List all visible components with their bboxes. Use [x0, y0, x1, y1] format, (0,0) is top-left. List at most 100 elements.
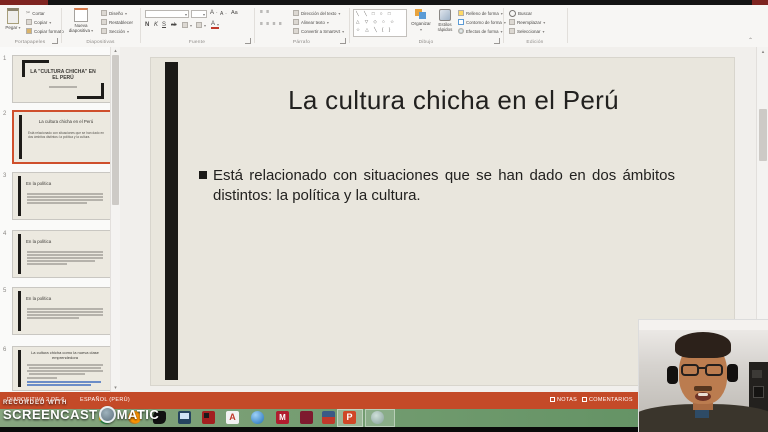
- watermark-line1: RECORDED WITH: [3, 400, 68, 406]
- slide-body-textbox[interactable]: Está relacionado con situaciones que se …: [213, 166, 675, 206]
- slide-thumbnail-2-selected[interactable]: La cultura chicha en el Perú Está relaci…: [12, 110, 113, 164]
- paste-icon: [7, 8, 19, 24]
- format-painter-button[interactable]: Copiar formato: [26, 28, 64, 34]
- font-name-select[interactable]: ▾: [145, 10, 189, 18]
- change-case-button[interactable]: ▾: [196, 22, 206, 28]
- thumbnail-panel-scrollbar[interactable]: ▴ ▾: [110, 47, 120, 392]
- grow-font-button[interactable]: Aˆ: [210, 10, 217, 16]
- clipboard-dialog-launcher-icon[interactable]: [52, 38, 58, 44]
- format-painter-icon: [26, 28, 32, 34]
- italic-button[interactable]: K: [154, 22, 158, 28]
- thumbnail-title: LA "CULTURA CHICHA" EN EL PERÚ: [30, 69, 96, 81]
- cut-button[interactable]: ✂ Cortar: [26, 10, 45, 16]
- thumbnail-number: 2: [3, 111, 7, 117]
- text-direction-icon: [293, 10, 299, 16]
- ribbon-group-font: ▾ ▾ Aˆ Aˇ Aa N K S ab ▾ ▾ A ▾ Fuente: [141, 5, 253, 46]
- font-dialog-launcher-icon[interactable]: [245, 38, 251, 44]
- shape-outline-icon: [458, 19, 464, 25]
- ribbon-group-editing: Buscar Reemplazar ▾ Seleccionar ▾ Edición: [504, 5, 566, 46]
- section-button[interactable]: Sección ▾: [101, 28, 129, 34]
- quick-styles-button[interactable]: Estilos rápidos: [434, 9, 456, 32]
- replace-button[interactable]: Reemplazar ▾: [509, 19, 545, 25]
- font-color-button[interactable]: A ▾: [211, 21, 220, 29]
- webcam-video: [638, 319, 768, 432]
- slide-thumbnail-6[interactable]: La cultura chicha como la nueva clase em…: [12, 346, 113, 391]
- m-red-app-icon[interactable]: M: [276, 411, 289, 424]
- ribbon-group-paragraph: ≡ ≡ ≡ ≡ ≡ ≡ Dirección del texto ▾ Alinear…: [255, 5, 348, 46]
- list-buttons[interactable]: ≡ ≡: [260, 9, 270, 15]
- watermark-brand-right: MATIC: [116, 407, 160, 422]
- underline-button[interactable]: S: [162, 22, 166, 28]
- slide-thumbnail-1[interactable]: LA "CULTURA CHICHA" EN EL PERÚ: [12, 55, 113, 103]
- folder-icon[interactable]: [322, 411, 335, 424]
- shape-effects-icon: [458, 28, 464, 34]
- shrink-font-button[interactable]: Aˇ: [220, 11, 227, 17]
- screen-recorder-icon[interactable]: [371, 411, 384, 424]
- slide-thumbnail-4[interactable]: En la política: [12, 230, 113, 278]
- scroll-down-icon[interactable]: ▾: [111, 385, 120, 391]
- thumbnail-title: En la política: [26, 239, 52, 244]
- paste-button[interactable]: Pegar ▾: [3, 8, 23, 31]
- find-button[interactable]: Buscar: [509, 10, 532, 17]
- copy-icon: [26, 19, 32, 25]
- shape-fill-icon: [458, 10, 464, 16]
- slide-thumbnail-5[interactable]: En la política: [12, 287, 113, 335]
- notes-button[interactable]: NOTAS: [550, 397, 577, 403]
- layout-button[interactable]: Diseño ▾: [101, 10, 127, 16]
- align-text-button[interactable]: Alinear texto ▾: [293, 19, 329, 25]
- new-slide-icon: [74, 8, 88, 22]
- headphone-left-cup: [667, 366, 678, 384]
- slide-title-textbox[interactable]: La cultura chicha en el Perú: [181, 85, 726, 116]
- person-mustache: [694, 386, 712, 391]
- comments-icon: [582, 397, 587, 402]
- powerpoint-icon[interactable]: P: [343, 411, 356, 424]
- bullet-marker: [199, 171, 207, 179]
- drawing-group-label: Dibujo: [418, 40, 434, 45]
- alignment-buttons[interactable]: ≡ ≡ ≡ ≡: [260, 21, 283, 27]
- shape-outline-button[interactable]: Contorno de forma ▾: [458, 19, 506, 25]
- ribbon: Pegar ▾ ✂ Cortar Copiar ▾ Copiar formato …: [0, 5, 768, 48]
- text-editor-icon[interactable]: A: [226, 411, 239, 424]
- arrange-icon: [415, 9, 427, 20]
- clear-formatting-button[interactable]: Aa: [231, 10, 238, 16]
- person-hair: [675, 332, 731, 358]
- text-direction-button[interactable]: Dirección del texto ▾: [293, 10, 340, 16]
- maroon-app-icon[interactable]: [300, 411, 313, 424]
- thumbnail-title: La cultura chicha en el Perú: [38, 119, 94, 124]
- scroll-up-icon[interactable]: ▴: [757, 49, 768, 55]
- slides-group-label: Diapositivas: [86, 40, 115, 45]
- paragraph-dialog-launcher-icon[interactable]: [340, 38, 346, 44]
- convert-smartart-button[interactable]: Convertir a SmartArt ▾: [293, 28, 344, 34]
- select-button[interactable]: Seleccionar ▾: [509, 28, 545, 34]
- align-text-icon: [293, 19, 299, 25]
- comments-button[interactable]: COMENTARIOS: [582, 397, 633, 403]
- glasses-left-lens: [681, 364, 699, 376]
- thumbnail-hyperlink-text: [27, 384, 91, 386]
- shape-effects-button[interactable]: Efectos de forma ▾: [458, 28, 503, 34]
- bold-button[interactable]: N: [145, 22, 149, 28]
- reset-button[interactable]: Restablecer: [101, 19, 133, 25]
- shape-fill-button[interactable]: Relleno de forma ▾: [458, 10, 503, 16]
- red-app-icon[interactable]: [202, 411, 215, 424]
- scrollbar-thumb[interactable]: [759, 109, 767, 161]
- scroll-up-icon[interactable]: ▴: [111, 48, 120, 54]
- strikethrough-button[interactable]: ab: [171, 22, 177, 28]
- slide-thumbnail-3[interactable]: En la política: [12, 172, 113, 220]
- copy-button[interactable]: Copiar ▾: [26, 19, 51, 25]
- scrollbar-thumb[interactable]: [112, 55, 119, 205]
- shapes-gallery[interactable]: ╲ ╲ □ ○ □ △ ▽ ◇ ○ ☆ ☆ △ ╲ { }: [353, 9, 407, 37]
- select-icon: [509, 28, 515, 34]
- internet-explorer-icon[interactable]: [251, 411, 264, 424]
- replace-icon: [509, 19, 515, 25]
- ribbon-collapse-icon[interactable]: ⌃: [748, 37, 753, 44]
- arrange-button[interactable]: Organizar ▾: [410, 9, 432, 32]
- webcam-wall: [639, 320, 768, 330]
- editing-group-label: Edición: [526, 40, 544, 45]
- drawing-dialog-launcher-icon[interactable]: [494, 38, 500, 44]
- watermark-brand-left: SCREENCAST: [3, 407, 98, 422]
- font-size-select[interactable]: ▾: [191, 10, 207, 18]
- character-spacing-button[interactable]: ▾: [182, 22, 192, 28]
- new-slide-button[interactable]: Nueva diapositiva ▾: [65, 8, 97, 34]
- thumbnail-body-text: Está relacionado con situaciones que se …: [28, 131, 104, 139]
- media-player-icon[interactable]: [178, 411, 191, 424]
